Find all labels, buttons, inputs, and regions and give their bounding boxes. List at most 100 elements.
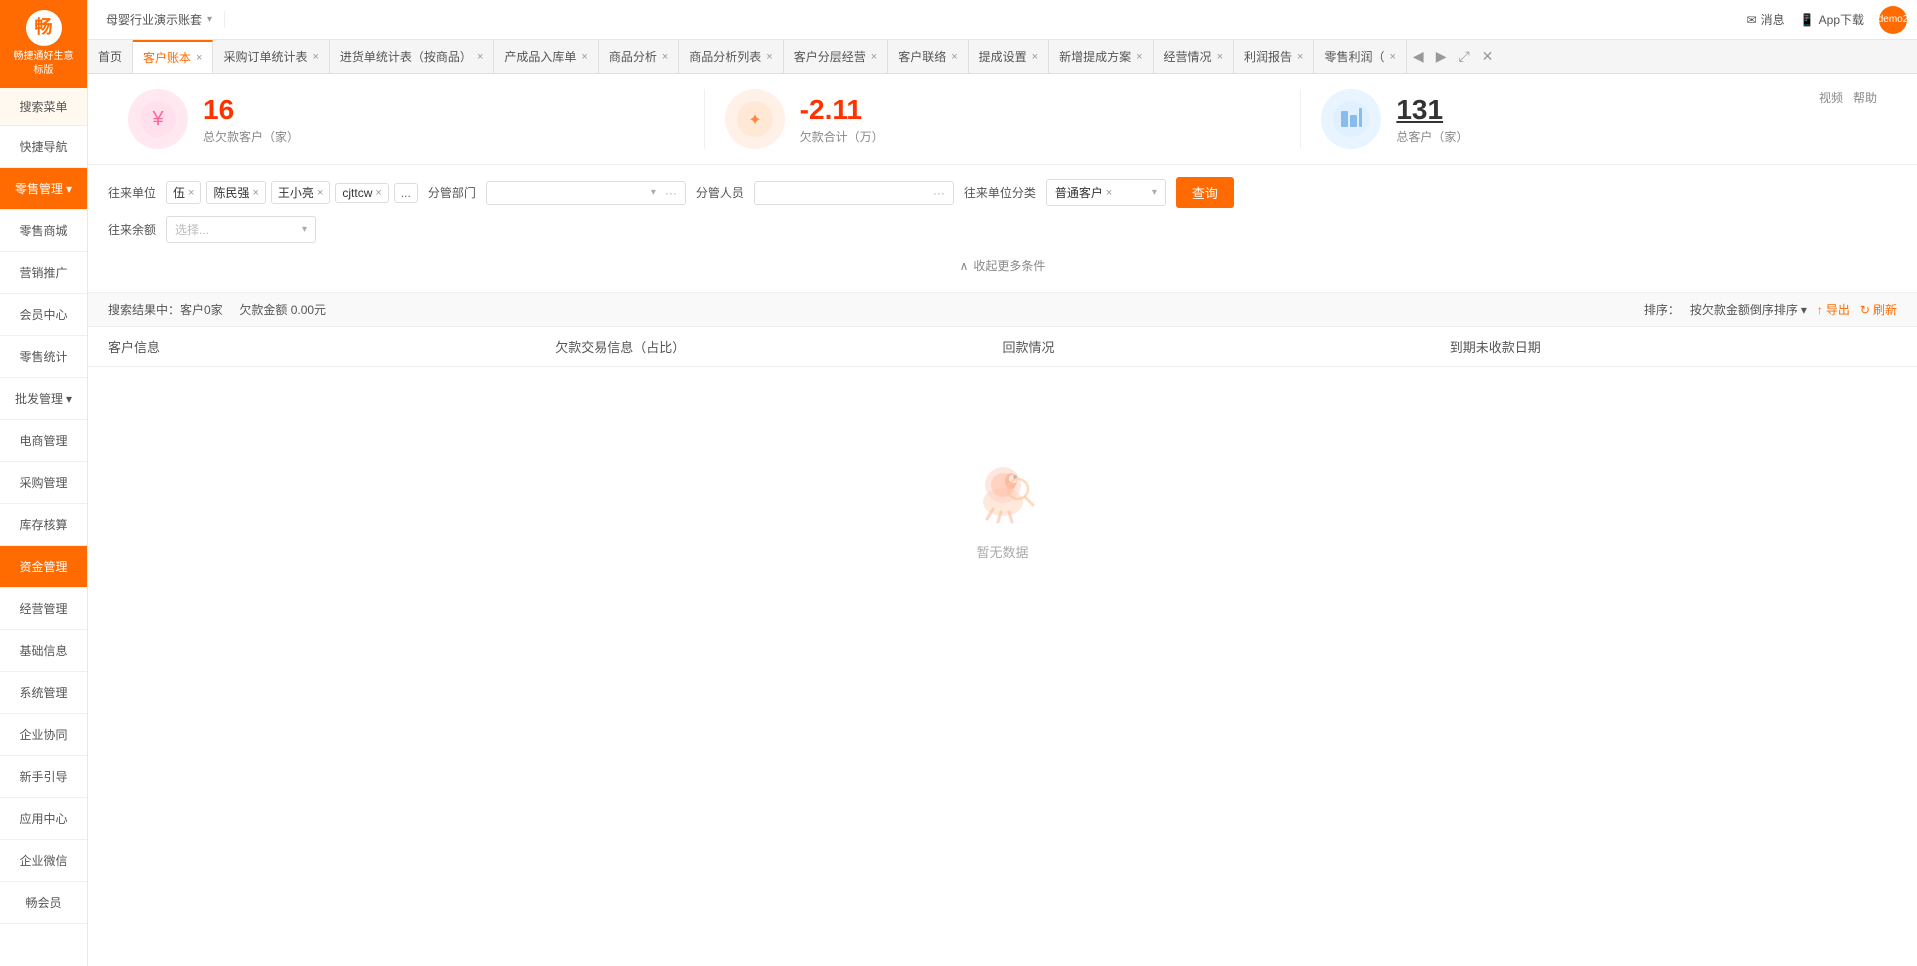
stat-total-customers: 131 总客户（家） 视频 帮助 (1301, 89, 1897, 149)
tab-product-in-close[interactable]: × (581, 51, 587, 63)
tab-raise-setting-close[interactable]: × (1032, 51, 1038, 63)
tab-prev-button[interactable]: ◀ (1407, 40, 1430, 74)
tab-goods-analysis[interactable]: 商品分析 × (599, 40, 679, 74)
sidebar-item-vip-member[interactable]: 畅会员 (0, 882, 87, 924)
unit-tag-chen-close[interactable]: × (252, 187, 258, 199)
filter-row-2: 往来余额 选择... ▾ (108, 216, 1897, 243)
sidebar-item-enterprise-wechat[interactable]: 企业微信 (0, 840, 87, 882)
unit-tag-chen-label: 陈民强 (213, 184, 249, 201)
tab-close-all-button[interactable]: ✕ (1476, 40, 1500, 74)
tab-retail-profit-close[interactable]: × (1389, 51, 1395, 63)
sidebar-item-operation[interactable]: 经营管理 (0, 588, 87, 630)
sidebar-item-system[interactable]: 系统管理 (0, 672, 87, 714)
sidebar-item-ecommerce[interactable]: 电商管理 (0, 420, 87, 462)
category-filter-select[interactable]: 普通客户 × ▾ (1046, 179, 1166, 206)
collapse-button[interactable]: ∧ 收起更多条件 (108, 251, 1897, 280)
dept-chevron-icon: ▾ (651, 187, 656, 198)
quick-nav-label: 快捷导航 (19, 140, 67, 154)
sort-select[interactable]: 按欠款金额倒序排序 ▾ (1690, 301, 1807, 318)
tab-expand-button[interactable]: ⤢ (1452, 40, 1475, 74)
sidebar-item-inventory[interactable]: 库存核算 (0, 504, 87, 546)
tab-customer-tier-close[interactable]: × (871, 51, 877, 63)
tab-operation-status[interactable]: 经营情况 × (1154, 40, 1234, 74)
unit-tag-cjttcw-close[interactable]: × (375, 187, 381, 199)
sidebar-item-basic-info[interactable]: 基础信息 (0, 630, 87, 672)
sidebar-logo[interactable]: 畅 畅捷通好生意 标版 (0, 0, 87, 88)
sidebar-item-retail-mall[interactable]: 零售商城 (0, 210, 87, 252)
help-link[interactable]: 帮助 (1853, 89, 1877, 106)
person-filter-label: 分管人员 (696, 184, 744, 201)
unit-tag-wu-label: 伍 (173, 184, 185, 201)
tab-profit-report-close[interactable]: × (1297, 51, 1303, 63)
user-name: demo2 (1878, 14, 1909, 25)
tab-product-in[interactable]: 产成品入库单 × (494, 40, 598, 74)
tab-goods-analysis-close[interactable]: × (662, 51, 668, 63)
refresh-button[interactable]: ↻ 刷新 (1860, 301, 1897, 318)
sidebar-item-purchase[interactable]: 采购管理 (0, 462, 87, 504)
sidebar-item-quick-nav[interactable]: 快捷导航 (0, 126, 87, 168)
sidebar-item-wholesale-mgmt[interactable]: 批发管理 ▾ (0, 378, 87, 420)
unit-tag-more[interactable]: ... (394, 183, 418, 203)
category-tag-close[interactable]: × (1106, 187, 1112, 199)
sidebar-item-marketing[interactable]: 营销推广 (0, 252, 87, 294)
tab-customer-contact[interactable]: 客户联络 × (888, 40, 968, 74)
app-download-button[interactable]: 📱 App下载 (1800, 11, 1864, 28)
avatar[interactable]: demo2 (1879, 6, 1907, 34)
app-download-label: App下载 (1819, 11, 1864, 28)
purchase-label: 采购管理 (19, 476, 67, 490)
sidebar-item-retail-stat[interactable]: 零售统计 (0, 336, 87, 378)
category-tag-label: 普通客户 (1055, 184, 1103, 201)
dept-filter-label: 分管部门 (428, 184, 476, 201)
customers-label: 总欠款客户（家） (203, 128, 299, 145)
dept-more-icon[interactable]: ··· (665, 186, 677, 200)
beginner-guide-label: 新手引导 (19, 770, 67, 784)
tab-goods-analysis-list-close[interactable]: × (766, 51, 772, 63)
enterprise-collab-label: 企业协同 (19, 728, 67, 742)
tab-profit-report-label: 利润报告 (1244, 48, 1292, 65)
empty-state: 暂无数据 (88, 367, 1917, 641)
sidebar-item-retail-mgmt[interactable]: 零售管理 ▾ (0, 168, 87, 210)
tab-retail-profit[interactable]: 零售利润（ × (1314, 40, 1406, 74)
message-button[interactable]: ✉ 消息 (1747, 11, 1785, 28)
tab-new-raise-plan-close[interactable]: × (1136, 51, 1142, 63)
balance-filter-select[interactable]: 选择... ▾ (166, 216, 316, 243)
tab-goods-analysis-list[interactable]: 商品分析列表 × (679, 40, 783, 74)
unit-tag-cjttcw: cjttcw × (335, 183, 388, 203)
category-tag: 普通客户 × (1055, 184, 1112, 201)
tab-raise-setting[interactable]: 提成设置 × (969, 40, 1049, 74)
tab-customer-tier[interactable]: 客户分层经营 × (784, 40, 888, 74)
sidebar-item-capital[interactable]: 资金管理 (0, 546, 87, 588)
tab-home[interactable]: 首页 (88, 40, 133, 74)
tab-stock-stat-close[interactable]: × (477, 51, 483, 63)
tab-customer-capital[interactable]: 客户账本 × (133, 40, 213, 74)
person-more-icon[interactable]: ··· (933, 186, 945, 200)
tab-profit-report[interactable]: 利润报告 × (1234, 40, 1314, 74)
tab-next-button[interactable]: ▶ (1430, 40, 1453, 74)
sidebar-item-enterprise-collab[interactable]: 企业协同 (0, 714, 87, 756)
video-link[interactable]: 视频 (1819, 89, 1843, 106)
sidebar-item-search[interactable]: 搜索菜单 (0, 88, 87, 126)
brand-selector[interactable]: 母婴行业演示账套 ▾ (98, 11, 225, 28)
unit-tag-wu-close[interactable]: × (188, 187, 194, 199)
query-button[interactable]: 查询 (1176, 177, 1234, 208)
tab-stock-stat[interactable]: 进货单统计表（按商品） × (330, 40, 494, 74)
tab-new-raise-plan[interactable]: 新增提成方案 × (1049, 40, 1153, 74)
export-button[interactable]: ↑ 导出 (1817, 301, 1850, 318)
tab-bar: 首页 客户账本 × 采购订单统计表 × 进货单统计表（按商品） × 产成品入库单… (88, 40, 1917, 74)
tab-operation-status-close[interactable]: × (1217, 51, 1223, 63)
sidebar-item-app-center[interactable]: 应用中心 (0, 798, 87, 840)
tab-customer-contact-close[interactable]: × (951, 51, 957, 63)
col-repayment: 回款情况 (1003, 337, 1450, 356)
topbar-right: ✉ 消息 📱 App下载 demo2 (1747, 6, 1907, 34)
export-label: 导出 (1826, 301, 1850, 318)
results-right: 排序： 按欠款金额倒序排序 ▾ ↑ 导出 ↻ 刷新 (1644, 301, 1897, 318)
person-filter-select[interactable]: ··· (754, 181, 954, 205)
tab-customer-capital-close[interactable]: × (196, 52, 202, 64)
dept-filter-select[interactable]: ▾ ··· (486, 181, 686, 205)
sidebar-item-beginner-guide[interactable]: 新手引导 (0, 756, 87, 798)
tab-purchase-order-stat-close[interactable]: × (312, 51, 318, 63)
sidebar-item-member-center[interactable]: 会员中心 (0, 294, 87, 336)
tab-purchase-order-stat[interactable]: 采购订单统计表 × (213, 40, 329, 74)
unit-tag-wang-close[interactable]: × (317, 187, 323, 199)
customers-values: 16 总欠款客户（家） (203, 94, 299, 145)
